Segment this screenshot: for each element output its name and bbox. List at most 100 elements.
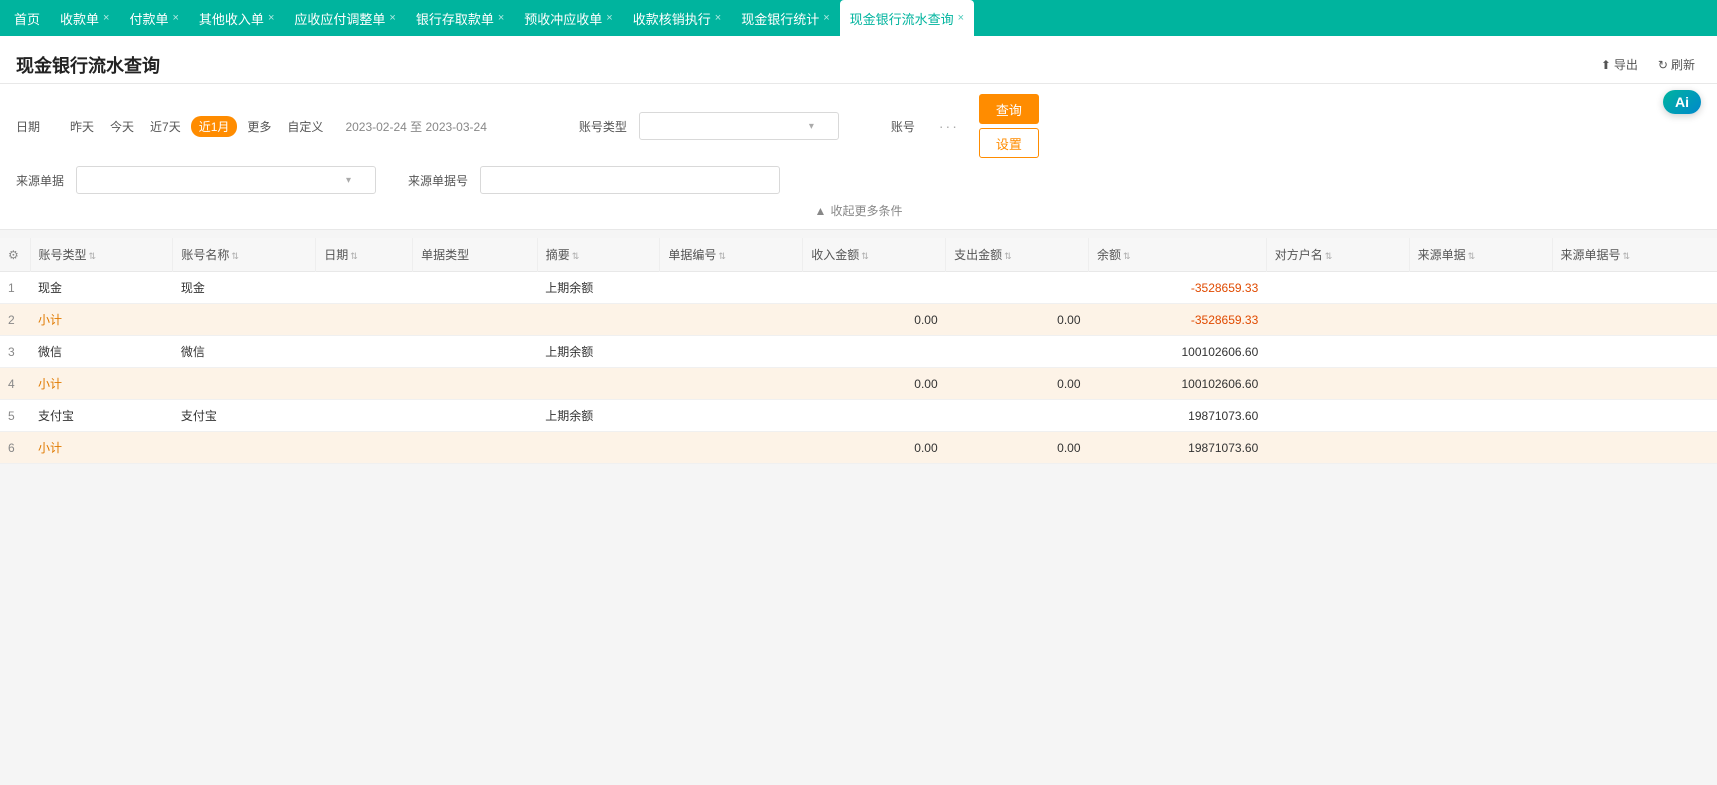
row-doc-type bbox=[413, 368, 538, 400]
date-range-display: 2023-02-24 至 2023-03-24 bbox=[345, 118, 486, 135]
row-summary: 上期余额 bbox=[537, 272, 660, 304]
date-7days[interactable]: 近7天 bbox=[144, 116, 187, 137]
row-doc-type bbox=[413, 432, 538, 464]
row-date bbox=[316, 400, 413, 432]
row-source-doc bbox=[1409, 368, 1552, 400]
export-button[interactable]: ⬆ 导出 bbox=[1595, 54, 1644, 75]
account-type-select[interactable]: ▾ bbox=[639, 112, 839, 140]
nav-collection[interactable]: 收款核销执行 × bbox=[623, 0, 731, 36]
row-expense: 0.00 bbox=[946, 432, 1089, 464]
nav-adjustment[interactable]: 应收应付调整单 × bbox=[284, 0, 405, 36]
row-account-type: 支付宝 bbox=[30, 400, 173, 432]
table-row: 3 微信 微信 上期余额 100102606.60 bbox=[0, 336, 1717, 368]
row-doc-number bbox=[660, 400, 803, 432]
account-label: 账号 bbox=[891, 118, 927, 135]
row-counterpart bbox=[1266, 336, 1409, 368]
col-source-doc[interactable]: 来源单据⇅ bbox=[1409, 238, 1552, 272]
row-source-doc-num bbox=[1552, 272, 1717, 304]
col-date[interactable]: 日期⇅ bbox=[316, 238, 413, 272]
table-row: 4 小计 0.00 0.00 100102606.60 bbox=[0, 368, 1717, 400]
col-summary[interactable]: 摘要⇅ bbox=[537, 238, 660, 272]
close-icon[interactable]: × bbox=[958, 12, 964, 24]
table-row: 1 现金 现金 上期余额 -3528659.33 bbox=[0, 272, 1717, 304]
col-account-type[interactable]: 账号类型⇅ bbox=[30, 238, 173, 272]
date-more[interactable]: 更多 bbox=[241, 116, 277, 137]
row-balance: 100102606.60 bbox=[1089, 336, 1267, 368]
close-icon[interactable]: × bbox=[268, 12, 274, 24]
source-doc-label: 来源单据 bbox=[16, 172, 64, 189]
row-counterpart bbox=[1266, 368, 1409, 400]
top-nav: 首页 收款单 × 付款单 × 其他收入单 × 应收应付调整单 × 银行存取款单 … bbox=[0, 0, 1717, 36]
row-source-doc-num bbox=[1552, 432, 1717, 464]
filter-row-date: 日期 昨天 今天 近7天 近1月 更多 自定义 2023-02-24 至 202… bbox=[16, 94, 1701, 158]
close-icon[interactable]: × bbox=[606, 12, 612, 24]
query-button[interactable]: 查询 bbox=[979, 94, 1039, 124]
row-source-doc bbox=[1409, 304, 1552, 336]
row-source-doc-num bbox=[1552, 400, 1717, 432]
collapse-more-btn[interactable]: ▲ 收起更多条件 bbox=[16, 202, 1701, 219]
close-icon[interactable]: × bbox=[715, 12, 721, 24]
row-source-doc bbox=[1409, 336, 1552, 368]
close-icon[interactable]: × bbox=[498, 12, 504, 24]
table-row: 6 小计 0.00 0.00 19871073.60 bbox=[0, 432, 1717, 464]
row-account-name bbox=[173, 432, 316, 464]
date-yesterday[interactable]: 昨天 bbox=[64, 116, 100, 137]
row-number: 3 bbox=[0, 336, 30, 368]
row-summary bbox=[537, 368, 660, 400]
ai-badge[interactable]: Ai bbox=[1663, 90, 1701, 114]
row-account-name bbox=[173, 304, 316, 336]
row-income: 0.00 bbox=[803, 432, 946, 464]
date-today[interactable]: 今天 bbox=[104, 116, 140, 137]
nav-advance[interactable]: 预收冲应收单 × bbox=[514, 0, 622, 36]
date-1month[interactable]: 近1月 bbox=[191, 116, 238, 137]
data-table: ⚙ 账号类型⇅ 账号名称⇅ 日期⇅ 单据类型 摘要⇅ 单据编号⇅ 收入金额⇅ 支… bbox=[0, 238, 1717, 464]
col-gear: ⚙ bbox=[0, 238, 30, 272]
nav-cash-bank-stats[interactable]: 现金银行统计 × bbox=[731, 0, 839, 36]
row-doc-number bbox=[660, 336, 803, 368]
row-doc-type bbox=[413, 304, 538, 336]
nav-home[interactable]: 首页 bbox=[4, 0, 50, 36]
col-counterpart[interactable]: 对方户名⇅ bbox=[1266, 238, 1409, 272]
row-source-doc bbox=[1409, 400, 1552, 432]
col-income[interactable]: 收入金额⇅ bbox=[803, 238, 946, 272]
row-date bbox=[316, 336, 413, 368]
data-table-container: ⚙ 账号类型⇅ 账号名称⇅ 日期⇅ 单据类型 摘要⇅ 单据编号⇅ 收入金额⇅ 支… bbox=[0, 238, 1717, 464]
row-income bbox=[803, 272, 946, 304]
row-balance: -3528659.33 bbox=[1089, 304, 1267, 336]
filter-row-source: 来源单据 ▾ 来源单据号 bbox=[16, 166, 1701, 194]
row-number: 2 bbox=[0, 304, 30, 336]
nav-payment[interactable]: 付款单 × bbox=[119, 0, 188, 36]
settings-button[interactable]: 设置 bbox=[979, 128, 1039, 158]
gear-icon[interactable]: ⚙ bbox=[8, 248, 19, 262]
nav-bank-deposit[interactable]: 银行存取款单 × bbox=[406, 0, 514, 36]
col-account-name[interactable]: 账号名称⇅ bbox=[173, 238, 316, 272]
col-expense[interactable]: 支出金额⇅ bbox=[946, 238, 1089, 272]
close-icon[interactable]: × bbox=[172, 12, 178, 24]
table-row: 2 小计 0.00 0.00 -3528659.33 bbox=[0, 304, 1717, 336]
nav-receipt[interactable]: 收款单 × bbox=[50, 0, 119, 36]
col-balance[interactable]: 余额⇅ bbox=[1089, 238, 1267, 272]
date-custom[interactable]: 自定义 bbox=[281, 116, 329, 137]
row-balance: -3528659.33 bbox=[1089, 272, 1267, 304]
source-doc-number-input[interactable] bbox=[480, 166, 780, 194]
row-summary bbox=[537, 304, 660, 336]
col-source-doc-num[interactable]: 来源单据号⇅ bbox=[1552, 238, 1717, 272]
close-icon[interactable]: × bbox=[389, 12, 395, 24]
row-source-doc-num bbox=[1552, 336, 1717, 368]
col-doc-number[interactable]: 单据编号⇅ bbox=[660, 238, 803, 272]
row-account-type: 现金 bbox=[30, 272, 173, 304]
account-dots-button[interactable]: ··· bbox=[939, 118, 959, 134]
row-account-name bbox=[173, 368, 316, 400]
close-icon[interactable]: × bbox=[103, 12, 109, 24]
close-icon[interactable]: × bbox=[823, 12, 829, 24]
table-row: 5 支付宝 支付宝 上期余额 19871073.60 bbox=[0, 400, 1717, 432]
row-account-name: 支付宝 bbox=[173, 400, 316, 432]
refresh-button[interactable]: ↻ 刷新 bbox=[1652, 54, 1701, 75]
source-doc-select[interactable]: ▾ bbox=[76, 166, 376, 194]
row-balance: 100102606.60 bbox=[1089, 368, 1267, 400]
filter-bar: 日期 昨天 今天 近7天 近1月 更多 自定义 2023-02-24 至 202… bbox=[0, 84, 1717, 230]
nav-other-income[interactable]: 其他收入单 × bbox=[189, 0, 284, 36]
nav-cash-bank-flow[interactable]: 现金银行流水查询 × bbox=[840, 0, 974, 36]
row-doc-type bbox=[413, 336, 538, 368]
refresh-icon: ↻ bbox=[1658, 58, 1668, 72]
